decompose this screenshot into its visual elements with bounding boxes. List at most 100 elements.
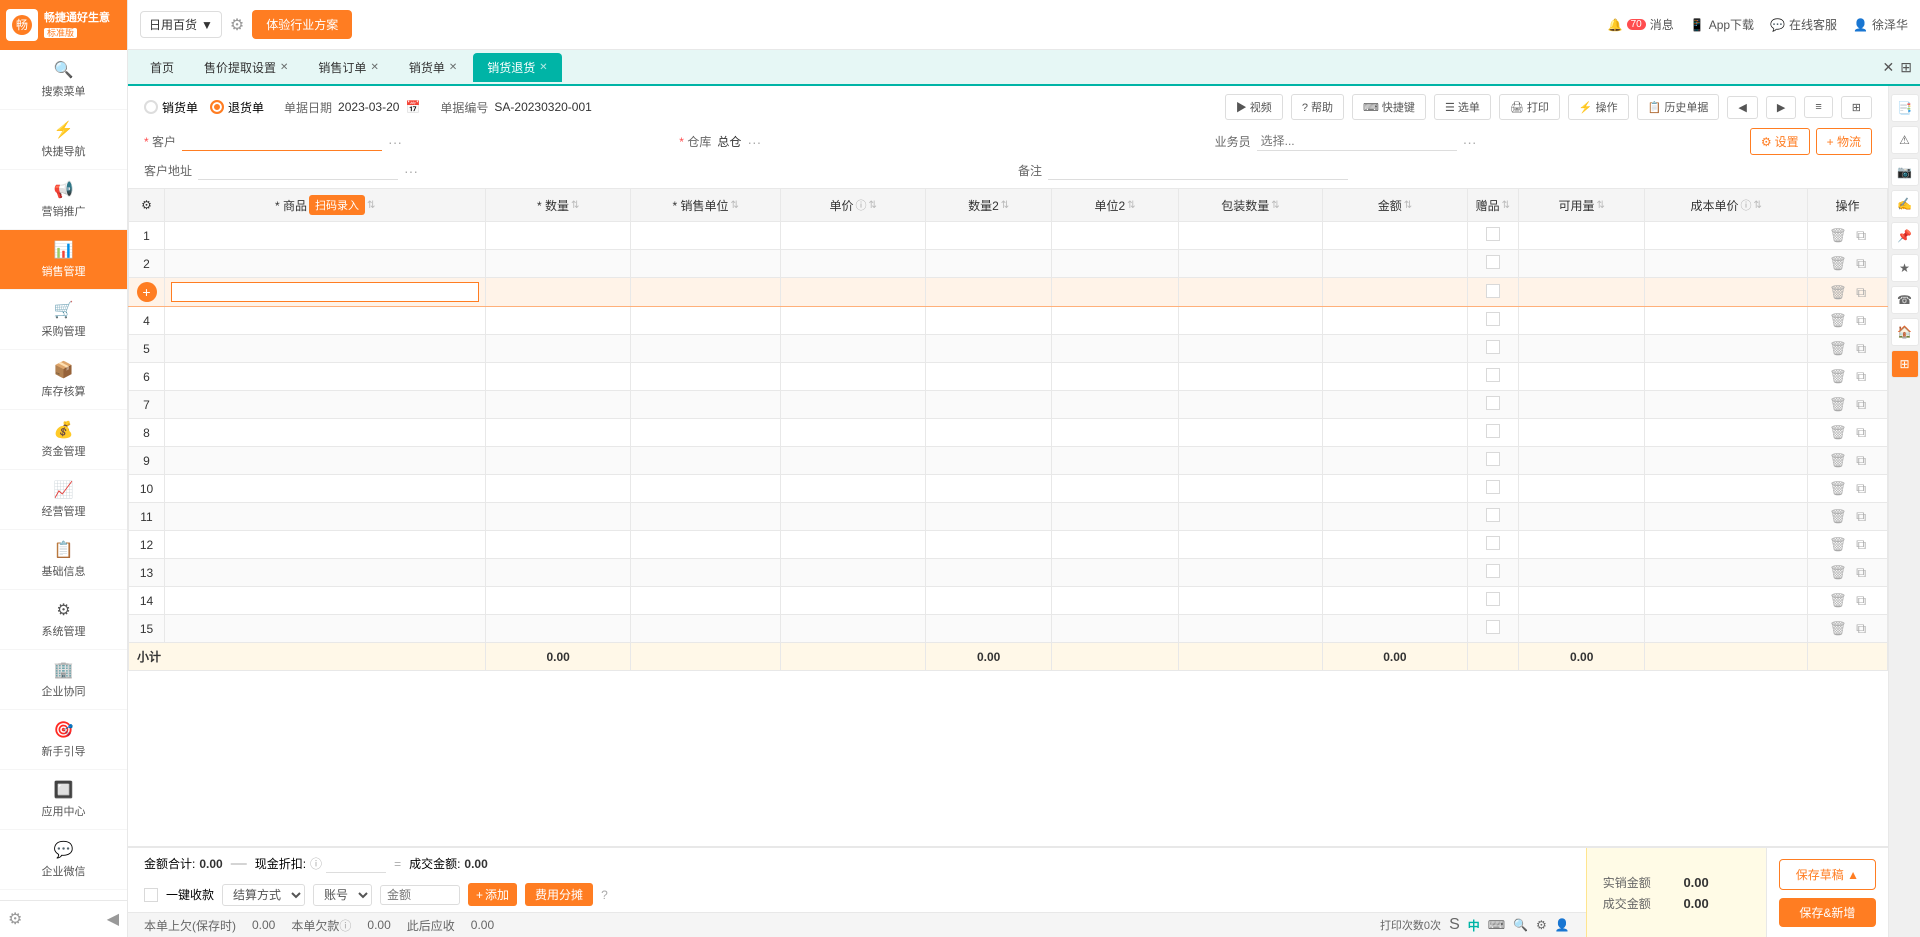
product-cell[interactable] — [165, 250, 486, 278]
cost-cell[interactable] — [1645, 503, 1808, 531]
gift-cell[interactable] — [1467, 278, 1518, 307]
avail-cell[interactable] — [1519, 419, 1645, 447]
qty-cell[interactable] — [486, 615, 630, 643]
address-dots[interactable]: ··· — [404, 163, 418, 179]
cost-help-icon[interactable]: ⓘ — [1741, 197, 1752, 213]
avail-cell[interactable] — [1519, 503, 1645, 531]
search2-icon[interactable]: 🔍 — [1513, 918, 1528, 932]
amount-cell[interactable] — [1323, 559, 1467, 587]
delete-icon[interactable]: 🗑 — [1829, 480, 1847, 496]
qty-cell[interactable] — [486, 391, 630, 419]
copy-icon[interactable]: ⧉ — [1856, 284, 1866, 300]
customer-input[interactable] — [182, 132, 382, 151]
copy-icon[interactable]: ⧉ — [1856, 480, 1866, 496]
price-help-icon[interactable]: ⓘ — [856, 197, 867, 213]
shortcut-btn[interactable]: ⌨ 快捷键 — [1352, 94, 1426, 120]
product-cell[interactable] — [165, 222, 486, 250]
avail-cell[interactable] — [1519, 447, 1645, 475]
user2-icon[interactable]: 👤 — [1555, 918, 1570, 932]
unit2-cell[interactable] — [1052, 447, 1178, 475]
product-cell[interactable] — [165, 307, 486, 335]
gift-checkbox[interactable] — [1486, 396, 1500, 410]
sidebar-item-system[interactable]: ⚙系统管理 — [0, 590, 127, 650]
gift-cell[interactable] — [1467, 559, 1518, 587]
gift-checkbox[interactable] — [1486, 227, 1500, 241]
calc-method-select[interactable]: 结算方式 — [222, 884, 305, 906]
delete-icon[interactable]: 🗑 — [1829, 452, 1847, 468]
qty2-cell[interactable] — [925, 278, 1051, 307]
copy-icon[interactable]: ⧉ — [1856, 592, 1866, 608]
radio-return[interactable]: 退货单 — [210, 99, 264, 116]
tab-price[interactable]: 售价提取设置 ✕ — [190, 53, 302, 82]
price-cell[interactable] — [781, 391, 925, 419]
delete-icon[interactable]: 🗑 — [1829, 564, 1847, 580]
pack-cell[interactable] — [1178, 363, 1322, 391]
staff-dots[interactable]: ··· — [1463, 134, 1477, 150]
tab-return[interactable]: 销货退货 ✕ — [473, 53, 561, 82]
delete-icon[interactable]: 🗑 — [1829, 312, 1847, 328]
qty-cell[interactable] — [486, 447, 630, 475]
qty-cell[interactable] — [486, 531, 630, 559]
qty-cell[interactable] — [486, 503, 630, 531]
unit2-cell[interactable] — [1052, 475, 1178, 503]
delete-icon[interactable]: 🗑 — [1829, 396, 1847, 412]
qty-cell[interactable] — [486, 250, 630, 278]
cost-cell[interactable] — [1645, 615, 1808, 643]
unit-cell[interactable] — [630, 531, 781, 559]
price-cell[interactable] — [781, 250, 925, 278]
price-cell[interactable] — [781, 278, 925, 307]
online-service-btn[interactable]: 💬 在线客服 — [1770, 16, 1837, 33]
qty-cell[interactable] — [486, 307, 630, 335]
cost-cell[interactable] — [1645, 222, 1808, 250]
video-btn[interactable]: ▶ 视频 — [1225, 94, 1283, 120]
delete-icon[interactable]: 🗑 — [1829, 368, 1847, 384]
sidebar-item-funds[interactable]: 💰资金管理 — [0, 410, 127, 470]
operation-btn[interactable]: ⚡ 操作 — [1568, 94, 1629, 120]
amount-cell[interactable] — [1323, 222, 1467, 250]
right-icon-phone[interactable]: ☎ — [1891, 286, 1919, 314]
gift-cell[interactable] — [1467, 475, 1518, 503]
sort-amount-icon[interactable]: ⇅ — [1404, 200, 1412, 211]
gift-checkbox[interactable] — [1486, 452, 1500, 466]
amount-cell[interactable] — [1323, 419, 1467, 447]
gift-cell[interactable] — [1467, 503, 1518, 531]
copy-icon[interactable]: ⧉ — [1856, 620, 1866, 636]
avail-cell[interactable] — [1519, 587, 1645, 615]
cost-cell[interactable] — [1645, 531, 1808, 559]
product-cell[interactable] — [165, 475, 486, 503]
pack-cell[interactable] — [1178, 307, 1322, 335]
product-cell[interactable] — [165, 503, 486, 531]
expense-help-icon[interactable]: ? — [601, 888, 608, 902]
avail-cell[interactable] — [1519, 531, 1645, 559]
gift-checkbox[interactable] — [1486, 424, 1500, 438]
unit-cell[interactable] — [630, 503, 781, 531]
list-view-btn[interactable]: ≡ — [1804, 96, 1832, 118]
right-icon-pin[interactable]: 📌 — [1891, 222, 1919, 250]
right-icon-photo[interactable]: 📷 — [1891, 158, 1919, 186]
unit2-cell[interactable] — [1052, 222, 1178, 250]
discount-input[interactable] — [326, 854, 386, 873]
fullscreen-btn[interactable]: ⊞ — [1900, 59, 1912, 76]
gift-cell[interactable] — [1467, 447, 1518, 475]
tab-price-close[interactable]: ✕ — [280, 62, 288, 73]
right-icon-star[interactable]: ★ — [1891, 254, 1919, 282]
pack-cell[interactable] — [1178, 419, 1322, 447]
pack-cell[interactable] — [1178, 250, 1322, 278]
sidebar-item-sales[interactable]: 📊销售管理 — [0, 230, 127, 290]
amount-cell[interactable] — [1323, 587, 1467, 615]
cost-cell[interactable] — [1645, 475, 1808, 503]
sidebar-item-basic[interactable]: 📋基础信息 — [0, 530, 127, 590]
qty2-cell[interactable] — [925, 447, 1051, 475]
unit-cell[interactable] — [630, 222, 781, 250]
unit2-cell[interactable] — [1052, 335, 1178, 363]
unit-cell[interactable] — [630, 475, 781, 503]
unit-cell[interactable] — [630, 250, 781, 278]
cost-cell[interactable] — [1645, 335, 1808, 363]
amount-cell[interactable] — [1323, 278, 1467, 307]
cost-cell[interactable] — [1645, 419, 1808, 447]
avail-cell[interactable] — [1519, 335, 1645, 363]
expense-split-btn[interactable]: 费用分摊 — [525, 883, 593, 906]
discount-help-icon[interactable]: ⓘ — [310, 855, 322, 872]
product-cell[interactable] — [165, 278, 486, 307]
sidebar-item-enterprise[interactable]: 🏢企业协同 — [0, 650, 127, 710]
